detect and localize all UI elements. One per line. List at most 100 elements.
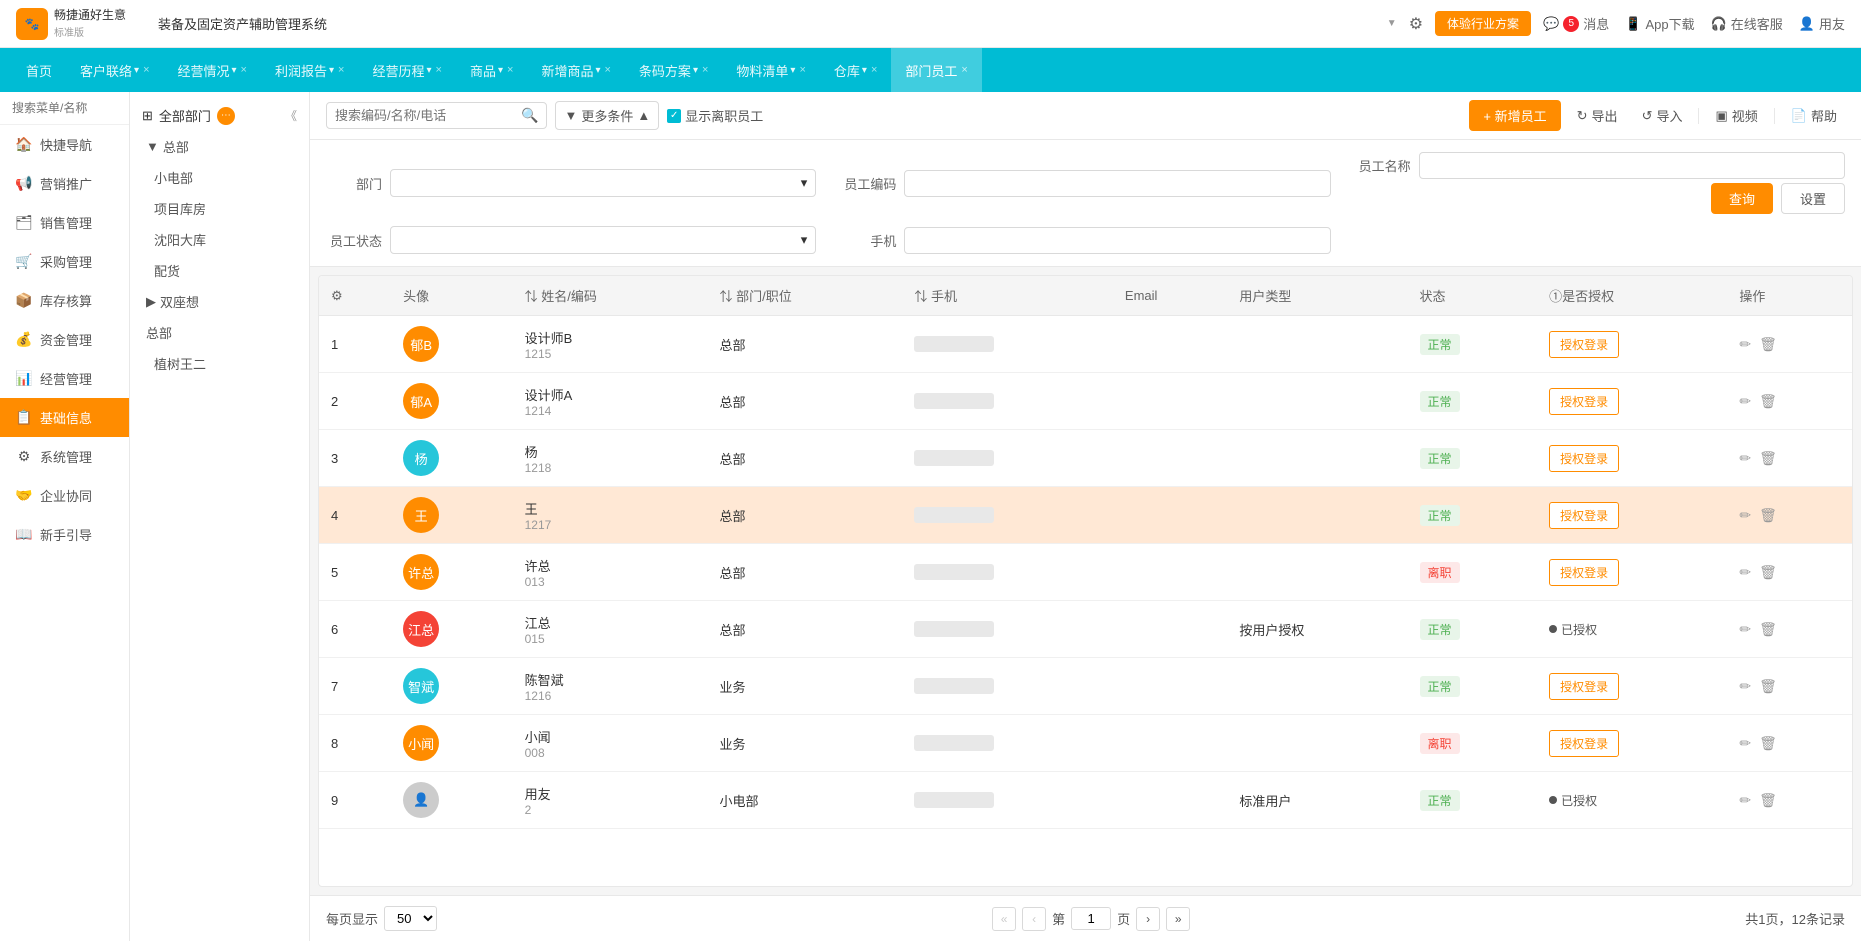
filter-phone-input[interactable] [904,227,1330,254]
tab-warehouse[interactable]: 仓库▾× [820,48,891,92]
delete-icon[interactable]: 🗑 [1759,507,1777,524]
more-filter-button[interactable]: ▼ 更多条件 ▲ [555,101,659,130]
edit-icon[interactable]: ✏ [1739,450,1751,467]
filter-empstatus-select[interactable]: ▾ [390,226,816,254]
auth-login-button[interactable]: 授权登录 [1549,673,1619,700]
delete-icon[interactable]: 🗑 [1759,393,1777,410]
sidebar-item-system[interactable]: ⚙ 系统管理 [0,437,129,476]
help-button[interactable]: 📄 帮助 [1783,102,1845,129]
auth-login-button[interactable]: 授权登录 [1549,502,1619,529]
delete-icon[interactable]: 🗑 [1759,450,1777,467]
sidebar-item-basicinfo[interactable]: 📋 基础信息 [0,398,129,437]
import-button[interactable]: ↺ 导入 [1634,102,1691,129]
show-resigned-wrap[interactable]: ✓ 显示离职员工 [667,106,763,125]
edit-icon[interactable]: ✏ [1739,393,1751,410]
add-employee-button[interactable]: + 新增员工 [1469,100,1560,131]
delete-icon[interactable]: 🗑 [1759,336,1777,353]
auth-login-button[interactable]: 授权登录 [1549,388,1619,415]
dept-item-zhishuwanger[interactable]: 植树王二 [130,348,309,379]
reset-button[interactable]: 设置 [1781,183,1845,214]
try-industry-button[interactable]: 体验行业方案 [1435,11,1531,36]
first-page-button[interactable]: « [992,907,1016,931]
page-number-input[interactable] [1071,907,1111,930]
dept-item-xiangtukufang[interactable]: 项目库房 [130,193,309,224]
auth-login-button[interactable]: 授权登录 [1549,445,1619,472]
delete-icon[interactable]: 🗑 [1759,678,1777,695]
sidebar-item-guide[interactable]: 📖 新手引导 [0,515,129,554]
auth-login-button[interactable]: 授权登录 [1549,331,1619,358]
filter-panel: 部门 ▾ 员工编码 员工名称 [310,140,1861,267]
last-page-button[interactable]: » [1166,907,1190,931]
edit-icon[interactable]: ✏ [1739,792,1751,809]
sidebar: 🔍 🏠 快捷导航 📢 营销推广 🗂 销售管理 🛒 采购管理 📦 库存核算 💰 资… [0,92,130,941]
tab-barcode[interactable]: 条码方案▾× [625,48,722,92]
query-button[interactable]: 查询 [1711,183,1773,214]
dept-item-xiaodibu[interactable]: 小电部 [130,162,309,193]
dept-group-zongbu[interactable]: ▼ 总部 [130,131,309,162]
filter-phone-row: 手机 [840,226,1330,254]
notice-button[interactable]: 💬 5 消息 [1543,14,1609,33]
dept-collapse-btn[interactable]: 《 [285,107,297,124]
settings-icon[interactable]: ⚙ [1409,14,1423,34]
row-avatar: 智斌 [391,658,512,715]
edit-icon[interactable]: ✏ [1739,735,1751,752]
row-dept: 总部 [708,430,903,487]
phone-blur [914,735,994,751]
delete-icon[interactable]: 🗑 [1759,621,1777,638]
filter-empname-input[interactable] [1419,152,1845,179]
sidebar-item-marketing[interactable]: 📢 营销推广 [0,164,129,203]
edit-icon[interactable]: ✏ [1739,564,1751,581]
sidebar-item-quicknav[interactable]: 🏠 快捷导航 [0,125,129,164]
sidebar-search-input[interactable] [12,101,130,115]
dept-item-peihuo[interactable]: 配货 [130,255,309,286]
collab-icon: 🤝 [16,488,32,504]
online-service-button[interactable]: 🎧 在线客服 [1711,14,1783,33]
sidebar-item-purchase[interactable]: 🛒 采购管理 [0,242,129,281]
search-icon[interactable]: 🔍 [521,107,538,124]
dept-group-zongbu2[interactable]: 总部 [130,317,309,348]
next-page-button[interactable]: › [1136,907,1160,931]
sidebar-item-collab[interactable]: 🤝 企业协同 [0,476,129,515]
tab-operations[interactable]: 经营情况▾× [164,48,261,92]
tab-history[interactable]: 经营历程▾× [358,48,455,92]
sidebar-item-inventory[interactable]: 📦 库存核算 [0,281,129,320]
tab-profit[interactable]: 利润报告▾× [261,48,358,92]
sidebar-item-operations[interactable]: 📊 经营管理 [0,359,129,398]
tab-dept-employee[interactable]: 部门员工× [891,48,981,92]
tab-bom[interactable]: 物料清单▾× [722,48,819,92]
col-settings[interactable]: ⚙ [319,276,391,316]
filter-empstatus-input[interactable] [399,233,801,248]
edit-icon[interactable]: ✏ [1739,507,1751,524]
page-size-select[interactable]: 50 [384,906,437,931]
system-title: 装备及固定资产辅助管理系统 [158,14,1375,33]
row-usertype [1227,487,1407,544]
tab-customer[interactable]: 客户联络▾× [66,48,163,92]
edit-icon[interactable]: ✏ [1739,678,1751,695]
sidebar-item-finance[interactable]: 💰 资金管理 [0,320,129,359]
show-resigned-checkbox[interactable]: ✓ [667,109,681,123]
auth-login-button[interactable]: 授权登录 [1549,559,1619,586]
app-download-button[interactable]: 📱 App下载 [1625,14,1694,33]
view-button[interactable]: ▣ 视频 [1707,102,1765,129]
tab-new-goods[interactable]: 新增商品▾× [527,48,624,92]
filter-empcode-input[interactable] [904,170,1330,197]
edit-icon[interactable]: ✏ [1739,621,1751,638]
export-button[interactable]: ↻ 导出 [1569,102,1626,129]
delete-icon[interactable]: 🗑 [1759,735,1777,752]
delete-icon[interactable]: 🗑 [1759,792,1777,809]
system-dropdown-arrow[interactable]: ▼ [1387,18,1397,29]
edit-icon[interactable]: ✏ [1739,336,1751,353]
dept-group-shuangzuoxiang[interactable]: ▶ 双座想 [130,286,309,317]
dept-item-shenyang[interactable]: 沈阳大库 [130,224,309,255]
auth-login-button[interactable]: 授权登录 [1549,730,1619,757]
sidebar-item-sales[interactable]: 🗂 销售管理 [0,203,129,242]
tab-goods[interactable]: 商品▾× [456,48,527,92]
prev-page-button[interactable]: ‹ [1022,907,1046,931]
user-button[interactable]: 👤 用友 [1799,14,1845,33]
tab-home[interactable]: 首页 [12,48,66,92]
filter-dept-input[interactable] [399,176,801,191]
filter-empstatus-row: 员工状态 ▾ [326,226,816,254]
filter-dept-select[interactable]: ▾ [390,169,816,197]
search-input[interactable] [335,108,515,123]
delete-icon[interactable]: 🗑 [1759,564,1777,581]
